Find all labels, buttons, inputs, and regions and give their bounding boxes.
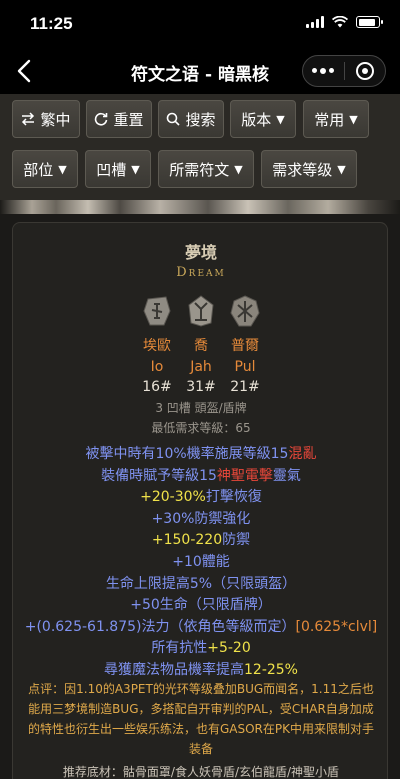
caret-down-icon: ▼ [349, 112, 358, 126]
mod-line: +10體能 [13, 551, 389, 571]
common-label: 常用 [314, 110, 345, 129]
mod-text: +(0.625-61.875)法力（依角色等級而定） [24, 618, 296, 635]
mod-text: 所有抗性 [151, 640, 208, 657]
socket-dropdown[interactable]: 凹槽 ▼ [85, 150, 151, 188]
required-level-dropdown[interactable]: 需求等级 ▼ [261, 150, 357, 188]
signal-icon [306, 16, 324, 28]
rune-jah-en: Jah [190, 359, 212, 375]
mod-line: 尋獲魔法物品機率提高12-25% [13, 659, 389, 679]
min-level-line: 最低需求等級：65 [151, 421, 251, 435]
lang-toggle-label: 繁中 [40, 110, 71, 129]
search-icon [167, 112, 181, 126]
mod-text: +150-220 [151, 532, 223, 549]
refresh-icon [95, 112, 108, 126]
runeword-card[interactable]: 夢境 Dream 埃歐 Io 16# 喬 Jah 31# 普爾 Pul 21# … [12, 222, 388, 779]
mod-text: +20-30% [140, 489, 206, 506]
runeword-english-name: Dream [176, 265, 226, 280]
wifi-icon [332, 16, 348, 28]
rune-pul-en: Pul [234, 359, 256, 375]
rune-io-en: Io [150, 359, 164, 375]
version-dropdown[interactable]: 版本 ▼ [230, 100, 296, 138]
nav-bar: 符文之语 - 暗黑核 [0, 48, 400, 94]
mod-text: +5-20 [207, 640, 251, 657]
socket-label: 凹槽 [96, 160, 127, 179]
mod-text: 12-25% [244, 662, 298, 678]
slot-dropdown[interactable]: 部位 ▼ [12, 150, 78, 188]
mod-line: +(0.625-61.875)法力（依角色等級而定）[0.625*clvl] [13, 616, 389, 636]
mod-line: 所有抗性+5-20 [13, 637, 389, 657]
swap-icon [22, 112, 35, 126]
mod-text: 混亂 [288, 446, 317, 462]
rune-io-cn: 埃歐 [143, 338, 171, 354]
reset-label: 重置 [113, 110, 144, 129]
lang-toggle-button[interactable]: 繁中 [12, 100, 80, 138]
mod-line: 生命上限提高5%（只限頭盔） [13, 573, 389, 593]
search-label: 搜索 [185, 110, 216, 129]
recommended-bases: 推荐底材：骷骨面罩/食人妖骨盾/玄伯龍盾/神聖小盾 [62, 765, 340, 779]
caret-down-icon: ▼ [131, 162, 140, 176]
decorative-banner [0, 200, 400, 214]
caret-down-icon: ▼ [58, 162, 67, 176]
mod-text: 靈氣 [272, 467, 301, 484]
reset-button[interactable]: 重置 [86, 100, 152, 138]
mod-text: +30%防禦強化 [151, 510, 251, 527]
battery-icon [356, 16, 383, 28]
version-label: 版本 [241, 110, 272, 129]
rune-pul-icon [230, 295, 260, 327]
mod-line: +20-30%打擊恢復 [13, 486, 389, 506]
mod-text: 裝備時賦予等級15 [101, 467, 217, 484]
status-time: 11:25 [30, 14, 73, 33]
required-level-label: 需求等级 [272, 160, 333, 179]
mod-text: 生命上限提高5%（只限頭盔） [105, 575, 297, 592]
target-icon[interactable] [344, 62, 385, 80]
rune-pul-cn: 普爾 [231, 338, 259, 354]
required-runes-label: 所需符文 [169, 160, 230, 179]
rune-jah-cn: 喬 [194, 338, 208, 354]
slot-label: 部位 [23, 160, 54, 179]
rune-io-level: 16# [142, 379, 172, 395]
rune-pul-level: 21# [230, 379, 260, 395]
rune-jah[interactable]: 喬 Jah 31# [179, 295, 223, 395]
mod-text: 打擊恢復 [205, 489, 262, 506]
mini-program-capsule [302, 55, 386, 87]
rune-pul[interactable]: 普爾 Pul 21# [223, 295, 267, 395]
caret-down-icon: ▼ [234, 162, 243, 176]
caret-down-icon: ▼ [337, 162, 346, 176]
mod-line: +150-220防禦 [13, 529, 389, 549]
mod-line: 裝備時賦予等級15神聖電擊靈氣 [13, 465, 389, 485]
mod-line: +50生命（只限盾牌） [13, 594, 389, 614]
mod-text: 防禦 [222, 532, 251, 549]
mod-line: 被擊中時有10%機率施展等級15混亂 [13, 443, 389, 463]
status-bar: 11:25 [0, 0, 400, 48]
runeword-name: 夢境 [184, 243, 217, 262]
mod-text: +50生命（只限盾牌） [130, 597, 272, 614]
rune-jah-icon [188, 295, 214, 327]
review-note: 点评：因1.10的A3PET的光环等级叠加BUG而闻名，1.11之后也能用三梦境… [27, 682, 375, 756]
rune-jah-level: 31# [186, 379, 216, 395]
socket-type-line: 3 凹槽 頭盔/盾牌 [155, 401, 247, 415]
required-runes-dropdown[interactable]: 所需符文 ▼ [158, 150, 254, 188]
common-dropdown[interactable]: 常用 ▼ [303, 100, 369, 138]
rune-io-icon [143, 296, 171, 326]
mod-text: [0.625*clvl] [295, 618, 378, 635]
caret-down-icon: ▼ [276, 112, 285, 126]
mod-text: +10體能 [172, 554, 230, 570]
mod-line: +30%防禦強化 [13, 508, 389, 528]
filter-panel: 繁中 重置 搜索 版本 ▼ 常用 ▼ 部位 ▼ 凹槽 ▼ 所需符文 ▼ 需求等级… [0, 94, 400, 200]
rune-io[interactable]: 埃歐 Io 16# [135, 295, 179, 395]
search-button[interactable]: 搜索 [158, 100, 224, 138]
mod-text: 神聖電擊 [216, 467, 273, 484]
status-icons [306, 16, 383, 28]
more-dots-icon[interactable] [303, 68, 344, 74]
mod-text: 被擊中時有10%機率施展等級15 [85, 446, 289, 462]
mod-text: 尋獲魔法物品機率提高 [104, 662, 244, 678]
